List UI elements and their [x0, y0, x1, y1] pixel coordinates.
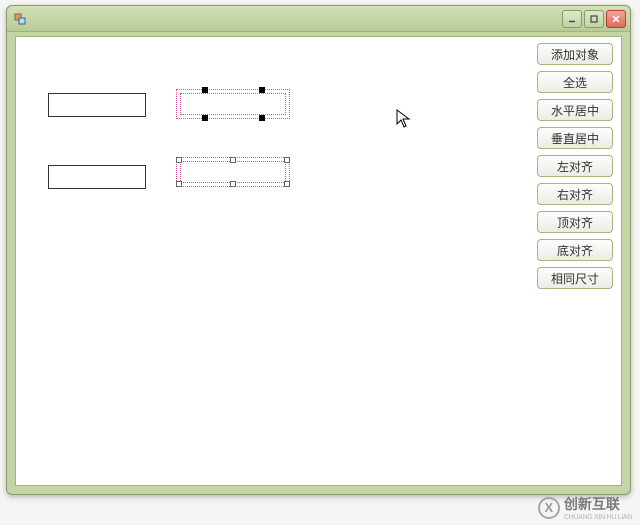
resize-handle[interactable] — [284, 157, 290, 163]
watermark-sub-text: CHUANG XIN HU LIAN — [564, 514, 632, 521]
window-controls — [562, 10, 626, 28]
align-top-button[interactable]: 顶对齐 — [537, 211, 613, 233]
app-window: 添加对象 全选 水平居中 垂直居中 左对齐 右对齐 顶对齐 底对齐 相同尺寸 — [6, 5, 631, 495]
resize-handle[interactable] — [202, 115, 208, 121]
resize-handle[interactable] — [176, 157, 182, 163]
resize-handle[interactable] — [259, 87, 265, 93]
horizontal-center-button[interactable]: 水平居中 — [537, 99, 613, 121]
client-area: 添加对象 全选 水平居中 垂直居中 左对齐 右对齐 顶对齐 底对齐 相同尺寸 — [15, 36, 622, 486]
side-panel: 添加对象 全选 水平居中 垂直居中 左对齐 右对齐 顶对齐 底对齐 相同尺寸 — [537, 43, 613, 289]
design-canvas[interactable] — [16, 37, 621, 485]
same-size-button[interactable]: 相同尺寸 — [537, 267, 613, 289]
add-object-button[interactable]: 添加对象 — [537, 43, 613, 65]
watermark-logo-icon: X — [538, 497, 560, 519]
select-all-button[interactable]: 全选 — [537, 71, 613, 93]
resize-handle[interactable] — [202, 87, 208, 93]
shape-plain-1[interactable] — [48, 93, 146, 117]
align-right-button[interactable]: 右对齐 — [537, 183, 613, 205]
shape-plain-2[interactable] — [48, 165, 146, 189]
resize-handle[interactable] — [230, 157, 236, 163]
vertical-center-button[interactable]: 垂直居中 — [537, 127, 613, 149]
close-button[interactable] — [606, 10, 626, 28]
align-bottom-button[interactable]: 底对齐 — [537, 239, 613, 261]
titlebar[interactable] — [7, 6, 630, 32]
watermark: X 创新互联 CHUANG XIN HU LIAN — [538, 494, 632, 521]
maximize-button[interactable] — [584, 10, 604, 28]
minimize-button[interactable] — [562, 10, 582, 28]
watermark-main-text: 创新互联 — [564, 494, 632, 514]
align-left-button[interactable]: 左对齐 — [537, 155, 613, 177]
app-icon — [13, 11, 29, 27]
resize-handle[interactable] — [176, 181, 182, 187]
resize-handle[interactable] — [284, 181, 290, 187]
resize-handle[interactable] — [230, 181, 236, 187]
resize-handle[interactable] — [259, 115, 265, 121]
cursor-icon — [396, 109, 412, 132]
